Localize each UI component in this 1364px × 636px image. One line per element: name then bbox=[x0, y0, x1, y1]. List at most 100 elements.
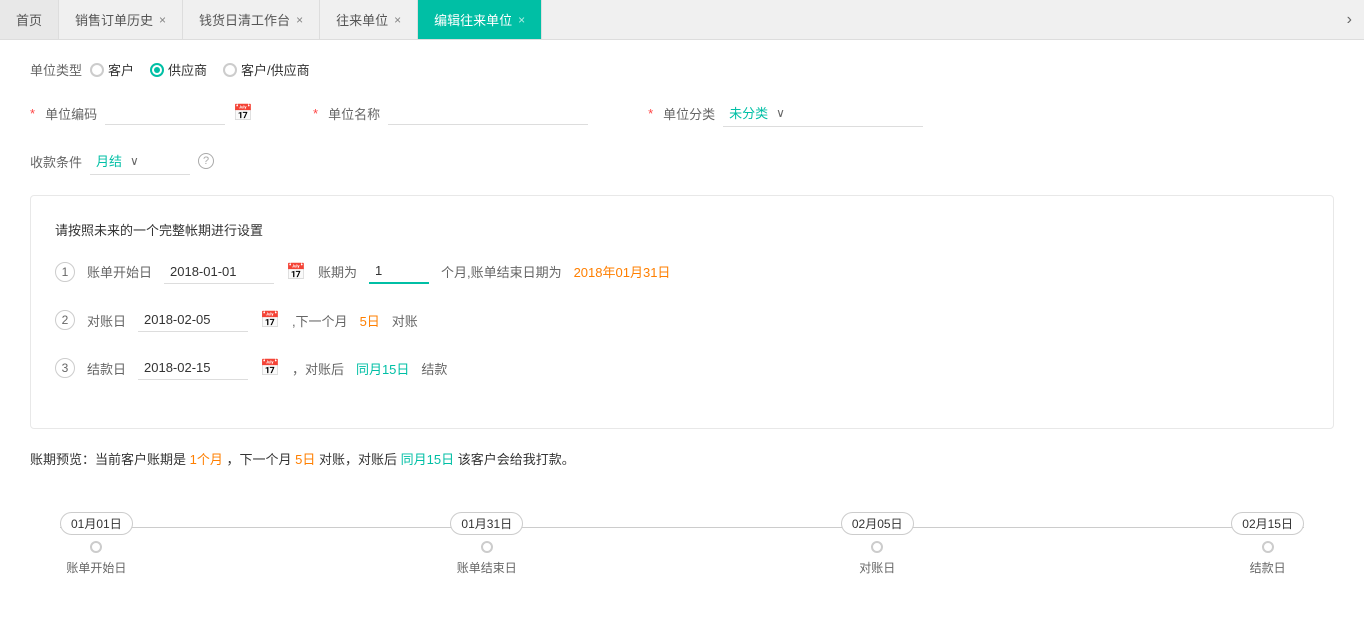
preview-part3: 同月15日 bbox=[401, 452, 454, 467]
period-row-3: 3 结款日 📅 ，对账后 同月15日 结款 bbox=[55, 356, 1309, 380]
payment-condition-label: 收款条件 bbox=[30, 152, 82, 171]
period-row3-label: 结款日 bbox=[87, 359, 126, 378]
unit-classify-label: 单位分类 bbox=[663, 104, 715, 123]
preview-part2: 5日 bbox=[295, 452, 315, 467]
timeline-circle-0 bbox=[90, 541, 102, 553]
timeline: 01月01日账单开始日 01月31日账单结束日 02月05日对账日 02月15日结款日 bbox=[30, 492, 1334, 596]
start-date-input[interactable] bbox=[164, 260, 274, 284]
period-box: 请按照未来的一个完整帐期进行设置 1 账单开始日 📅 账期为 个月,账单结束日期… bbox=[30, 195, 1334, 429]
timeline-circle-3 bbox=[1262, 541, 1274, 553]
tab-bar: 首页 销售订单历史 × 钱货日清工作台 × 往来单位 × 编辑往来单位 × › bbox=[0, 0, 1364, 40]
period-row3-day-highlight: 同月15日 bbox=[356, 359, 409, 378]
timeline-node-1: 01月31日账单结束日 bbox=[450, 512, 523, 576]
unit-type-field: 单位类型 客户 供应商 客户/供应商 bbox=[30, 60, 310, 79]
timeline-label-2: 对账日 bbox=[859, 559, 895, 576]
unit-code-input[interactable]: 000001 bbox=[105, 101, 225, 125]
unit-type-row: 单位类型 客户 供应商 客户/供应商 bbox=[30, 60, 1334, 79]
tab-close-sales-history[interactable]: × bbox=[159, 13, 166, 27]
period-row-1: 1 账单开始日 📅 账期为 个月,账单结束日期为 2018年01月31日 bbox=[55, 259, 1309, 284]
tab-close-cash-work[interactable]: × bbox=[296, 13, 303, 27]
preview-sep2: 对账，对账后 bbox=[319, 452, 397, 467]
timeline-badge-1: 01月31日 bbox=[450, 512, 523, 535]
timeline-nodes: 01月01日账单开始日 01月31日账单结束日 02月05日对账日 02月15日结款日 bbox=[60, 512, 1304, 576]
radio-label-1: 供应商 bbox=[168, 60, 207, 79]
unit-classify-value: 未分类 bbox=[729, 103, 768, 122]
payment-condition-chevron-icon: ∨ bbox=[130, 154, 139, 168]
unit-classify-field: * 单位分类 未分类 ∨ bbox=[648, 99, 923, 127]
unit-type-label: 单位类型 bbox=[30, 60, 82, 79]
preview-suffix: 该客户会给我打款。 bbox=[458, 452, 575, 467]
tab-partners[interactable]: 往来单位 × bbox=[320, 0, 418, 39]
timeline-node-3: 02月15日结款日 bbox=[1231, 512, 1304, 576]
timeline-badge-3: 02月15日 bbox=[1231, 512, 1304, 535]
unit-code-label: 单位编码 bbox=[45, 104, 97, 123]
tab-label-home: 首页 bbox=[16, 10, 42, 29]
period-row1-suffix1: 个月,账单结束日期为 bbox=[441, 262, 562, 281]
row-num-3: 3 bbox=[55, 358, 75, 378]
period-row1-label: 账单开始日 bbox=[87, 262, 152, 281]
start-date-calendar-icon[interactable]: 📅 bbox=[286, 262, 306, 282]
tab-sales-history[interactable]: 销售订单历史 × bbox=[59, 0, 183, 39]
tab-edit-partner[interactable]: 编辑往来单位 × bbox=[418, 0, 542, 39]
unit-info-row: * 单位编码 000001 📅 * 单位名称 河南供应商22 * 单位分类 未分… bbox=[30, 99, 1334, 127]
timeline-badge-2: 02月05日 bbox=[841, 512, 914, 535]
period-row3-suffix: 结款 bbox=[421, 359, 447, 378]
preview-label: 账期预览：当前客户账期是 bbox=[30, 452, 186, 467]
preview-section: 账期预览：当前客户账期是 1个月 ，下一个月 5日 对账，对账后 同月15日 该… bbox=[30, 449, 1334, 616]
reconcile-date-input[interactable] bbox=[138, 308, 248, 332]
unit-name-input[interactable]: 河南供应商22 bbox=[388, 101, 588, 125]
timeline-label-0: 账单开始日 bbox=[66, 559, 126, 576]
tab-close-edit-partner[interactable]: × bbox=[518, 13, 525, 27]
payment-condition-field: 收款条件 月结 ∨ ? bbox=[30, 147, 214, 175]
period-month-input[interactable] bbox=[369, 259, 429, 284]
unit-name-label: 单位名称 bbox=[328, 104, 380, 123]
unit-code-calendar-icon[interactable]: 📅 bbox=[233, 103, 253, 123]
tab-home[interactable]: 首页 bbox=[0, 0, 59, 39]
payment-date-calendar-icon[interactable]: 📅 bbox=[260, 358, 280, 378]
unit-name-field: * 单位名称 河南供应商22 bbox=[313, 101, 588, 125]
tab-label-cash-work: 钱货日清工作台 bbox=[199, 10, 290, 29]
main-content: 单位类型 客户 供应商 客户/供应商 * 单位编码 000001 📅 * 单位名称 … bbox=[0, 40, 1364, 636]
reconcile-date-calendar-icon[interactable]: 📅 bbox=[260, 310, 280, 330]
period-row1-end-date: 2018年01月31日 bbox=[574, 262, 671, 281]
timeline-node-0: 01月01日账单开始日 bbox=[60, 512, 133, 576]
preview-text: 账期预览：当前客户账期是 1个月 ，下一个月 5日 对账，对账后 同月15日 该… bbox=[30, 449, 1334, 468]
timeline-label-1: 账单结束日 bbox=[457, 559, 517, 576]
unit-type-radio-group: 客户 供应商 客户/供应商 bbox=[90, 60, 310, 79]
period-title: 请按照未来的一个完整帐期进行设置 bbox=[55, 220, 1309, 239]
radio-circle-0 bbox=[90, 63, 104, 77]
tab-label-sales-history: 销售订单历史 bbox=[75, 10, 153, 29]
payment-help-icon[interactable]: ? bbox=[198, 153, 214, 169]
preview-part1: 1个月 bbox=[190, 452, 223, 467]
unit-name-star: * bbox=[313, 106, 318, 121]
period-row1-mid: 账期为 bbox=[318, 262, 357, 281]
tab-more-button[interactable]: › bbox=[1335, 0, 1364, 39]
unit-classify-chevron-icon: ∨ bbox=[776, 106, 785, 120]
unit-classify-select[interactable]: 未分类 ∨ bbox=[723, 99, 923, 127]
unit-code-star: * bbox=[30, 106, 35, 121]
unit-classify-star: * bbox=[648, 106, 653, 121]
radio-option-2[interactable]: 客户/供应商 bbox=[223, 60, 310, 79]
row-num-1: 1 bbox=[55, 262, 75, 282]
tab-cash-work[interactable]: 钱货日清工作台 × bbox=[183, 0, 320, 39]
payment-row: 收款条件 月结 ∨ ? bbox=[30, 147, 1334, 175]
payment-condition-select[interactable]: 月结 ∨ bbox=[90, 147, 190, 175]
payment-condition-value: 月结 bbox=[96, 151, 122, 170]
radio-circle-1 bbox=[150, 63, 164, 77]
payment-date-input[interactable] bbox=[138, 356, 248, 380]
radio-option-0[interactable]: 客户 bbox=[90, 60, 134, 79]
unit-code-field: * 单位编码 000001 📅 bbox=[30, 101, 253, 125]
period-row2-prefix: ,下一个月 bbox=[292, 311, 348, 330]
tab-label-edit-partner: 编辑往来单位 bbox=[434, 10, 512, 29]
radio-circle-2 bbox=[223, 63, 237, 77]
radio-label-0: 客户 bbox=[108, 60, 134, 79]
row-num-2: 2 bbox=[55, 310, 75, 330]
tab-close-partners[interactable]: × bbox=[394, 13, 401, 27]
tab-label-partners: 往来单位 bbox=[336, 10, 388, 29]
timeline-node-2: 02月05日对账日 bbox=[841, 512, 914, 576]
preview-sep1: ，下一个月 bbox=[227, 452, 292, 467]
period-row2-day-highlight: 5日 bbox=[360, 311, 380, 330]
radio-option-1[interactable]: 供应商 bbox=[150, 60, 207, 79]
period-row-2: 2 对账日 📅 ,下一个月 5日 对账 bbox=[55, 308, 1309, 332]
radio-label-2: 客户/供应商 bbox=[241, 60, 310, 79]
